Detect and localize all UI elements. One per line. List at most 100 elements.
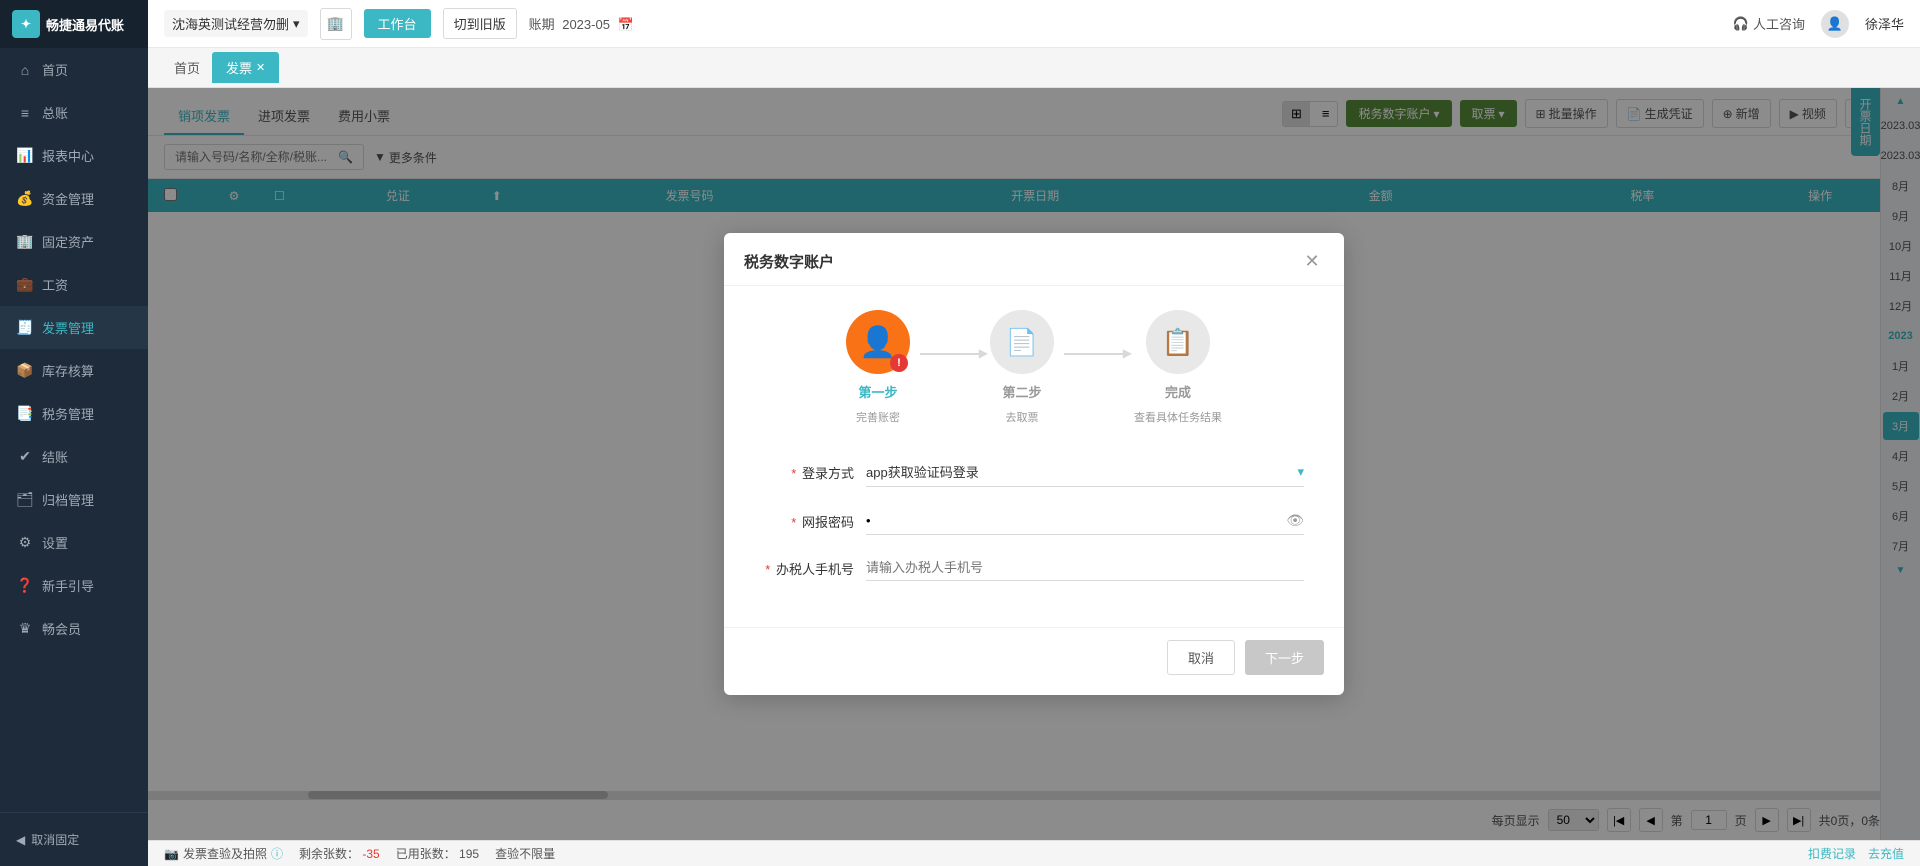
password-input[interactable] xyxy=(866,513,1286,528)
logo-icon: ✦ xyxy=(12,10,40,38)
user-name[interactable]: 徐泽华 xyxy=(1865,14,1904,33)
settings-icon: ⚙ xyxy=(16,534,34,552)
ledger-icon: ≡ xyxy=(16,104,34,122)
user-avatar: 👤 xyxy=(1821,10,1849,38)
sidebar-item-ledger[interactable]: ≡ 总账 xyxy=(0,91,148,134)
step-1: 👤 ! 第一步 完善账密 xyxy=(846,310,910,425)
next-button[interactable]: 下一步 xyxy=(1245,640,1324,675)
invoice-icon: 🧾 xyxy=(16,319,34,337)
step-arrow-2 xyxy=(1064,353,1124,355)
sidebar-item-wage[interactable]: 💼 工资 xyxy=(0,263,148,306)
tab-home[interactable]: 首页 xyxy=(164,52,210,83)
tab-close-icon[interactable]: ✕ xyxy=(256,61,265,74)
password-label: * 网报密码 xyxy=(764,512,854,531)
step-3: 📋 完成 查看具体任务结果 xyxy=(1134,310,1222,425)
sidebar-bottom: ◀ 取消固定 xyxy=(0,812,148,866)
recharge-link[interactable]: 去充值 xyxy=(1868,845,1904,862)
modal-overlay: 税务数字账户 ✕ 👤 ! 第一步 完善账密 xyxy=(148,88,1920,840)
wage-icon: 💼 xyxy=(16,276,34,294)
company-name: 沈海英测试经营勿删 xyxy=(172,14,289,33)
eye-toggle-icon[interactable]: 👁 xyxy=(1286,512,1304,529)
sidebar-item-invoice[interactable]: 🧾 发票管理 xyxy=(0,306,148,349)
dialog-footer: 取消 下一步 xyxy=(724,627,1344,675)
steps: 👤 ! 第一步 完善账密 📄 第二 xyxy=(724,286,1344,441)
content-area: 销项发票 进项发票 费用小票 ⊞ ≡ 税务数字账户 ▾ 取票 ▾ xyxy=(148,88,1920,840)
archive-icon: 🗂 xyxy=(16,491,34,509)
tax-icon: 📑 xyxy=(16,405,34,423)
recharge-record-link[interactable]: 扣费记录 xyxy=(1808,845,1856,862)
login-method-label: * 登录方式 xyxy=(764,463,854,482)
sidebar-item-inventory[interactable]: 📦 库存核算 xyxy=(0,349,148,392)
cancel-button[interactable]: 取消 xyxy=(1167,640,1235,675)
settle-icon: ✔ xyxy=(16,448,34,466)
step2-icon: 📄 xyxy=(1006,327,1038,358)
used-label: 已用张数： 195 xyxy=(396,845,479,862)
sidebar-item-report[interactable]: 📊 报表中心 xyxy=(0,134,148,177)
sidebar-item-tax[interactable]: 📑 税务管理 xyxy=(0,392,148,435)
step2-sublabel: 去取票 xyxy=(1006,409,1039,425)
step3-icon: 📋 xyxy=(1162,327,1194,358)
dialog-title: 税务数字账户 xyxy=(744,251,834,272)
app-logo: ✦ 畅捷通易代账 xyxy=(0,0,148,48)
step3-sublabel: 查看具体任务结果 xyxy=(1134,409,1222,425)
top-header: 沈海英测试经营勿删 ▾ 🏢 工作台 切到旧版 账期 2023-05 📅 🎧 人工… xyxy=(148,0,1920,48)
workbench-button[interactable]: 工作台 xyxy=(364,9,431,38)
person-icon: 👤 xyxy=(1827,16,1843,32)
form-row-password: * 网报密码 👁 xyxy=(764,507,1304,535)
form-row-phone: * 办税人手机号 xyxy=(764,555,1304,581)
sidebar-item-asset[interactable]: 🏢 固定资产 xyxy=(0,220,148,263)
form-row-login-method: * 登录方式 app获取验证码登录 ▾ xyxy=(764,457,1304,487)
cancel-fixed-btn[interactable]: ◀ 取消固定 xyxy=(0,823,148,856)
step1-badge: ! xyxy=(890,354,908,372)
dialog-form: * 登录方式 app获取验证码登录 ▾ * 网报密码 xyxy=(724,441,1344,617)
period-label: 账期 2023-05 📅 xyxy=(529,14,634,33)
report-icon: 📊 xyxy=(16,147,34,165)
dialog-header: 税务数字账户 ✕ xyxy=(724,233,1344,286)
step1-label: 第一步 xyxy=(858,382,897,401)
step3-label: 完成 xyxy=(1165,382,1191,401)
sidebar: ✦ 畅捷通易代账 ⌂ 首页 ≡ 总账 📊 报表中心 💰 资金管理 🏢 固定资产 … xyxy=(0,0,148,866)
sidebar-item-archive[interactable]: 🗂 归档管理 xyxy=(0,478,148,521)
tab-invoice[interactable]: 发票 ✕ xyxy=(212,52,279,83)
sidebar-item-settings[interactable]: ⚙ 设置 xyxy=(0,521,148,564)
switch-version-button[interactable]: 切到旧版 xyxy=(443,8,517,39)
guide-icon: ❓ xyxy=(16,577,34,595)
password-field: 👁 xyxy=(866,507,1304,535)
asset-icon: 🏢 xyxy=(16,233,34,251)
home-icon: ⌂ xyxy=(16,61,34,79)
remaining-label: 剩余张数： -35 xyxy=(299,845,380,862)
step1-icon-wrap: 👤 ! xyxy=(846,310,910,374)
step-2: 📄 第二步 去取票 xyxy=(990,310,1054,425)
inventory-icon: 📦 xyxy=(16,362,34,380)
pin-icon: ◀ xyxy=(16,833,25,847)
bottom-status-bar: 📷 发票查验及拍照 ⓘ 剩余张数： -35 已用张数： 195 查验不限量 扣费… xyxy=(148,840,1920,866)
dialog-close-button[interactable]: ✕ xyxy=(1300,249,1324,273)
step-arrow-1 xyxy=(920,353,980,355)
calendar-icon: 📅 xyxy=(618,17,634,32)
sidebar-item-settle[interactable]: ✔ 结账 xyxy=(0,435,148,478)
invoice-check-section: 📷 发票查验及拍照 ⓘ xyxy=(164,845,283,862)
tab-bar: 首页 发票 ✕ xyxy=(148,48,1920,88)
step1-icon: 👤 xyxy=(859,325,896,360)
service-button[interactable]: 🎧 人工咨询 xyxy=(1733,14,1805,33)
check-label: 查验不限量 xyxy=(495,845,555,862)
login-method-select[interactable]: app获取验证码登录 ▾ xyxy=(866,457,1304,487)
member-icon: ♛ xyxy=(16,620,34,638)
company-icon-btn[interactable]: 🏢 xyxy=(320,8,352,40)
phone-label: * 办税人手机号 xyxy=(764,559,854,578)
chevron-down-icon: ▾ xyxy=(293,16,300,32)
phone-input[interactable] xyxy=(866,555,1304,581)
sidebar-item-home[interactable]: ⌂ 首页 xyxy=(0,48,148,91)
info-icon: ⓘ xyxy=(271,845,283,862)
step3-icon-wrap: 📋 xyxy=(1146,310,1210,374)
company-selector[interactable]: 沈海英测试经营勿删 ▾ xyxy=(164,10,308,37)
sidebar-item-label: 首页 xyxy=(42,60,68,79)
step2-label: 第二步 xyxy=(1002,382,1041,401)
sidebar-item-guide[interactable]: ❓ 新手引导 xyxy=(0,564,148,607)
sidebar-item-fund[interactable]: 💰 资金管理 xyxy=(0,177,148,220)
step1-sublabel: 完善账密 xyxy=(856,409,900,425)
app-name: 畅捷通易代账 xyxy=(46,15,124,34)
sidebar-item-member[interactable]: ♛ 畅会员 xyxy=(0,607,148,650)
headset-icon: 🎧 xyxy=(1733,16,1749,32)
fund-icon: 💰 xyxy=(16,190,34,208)
